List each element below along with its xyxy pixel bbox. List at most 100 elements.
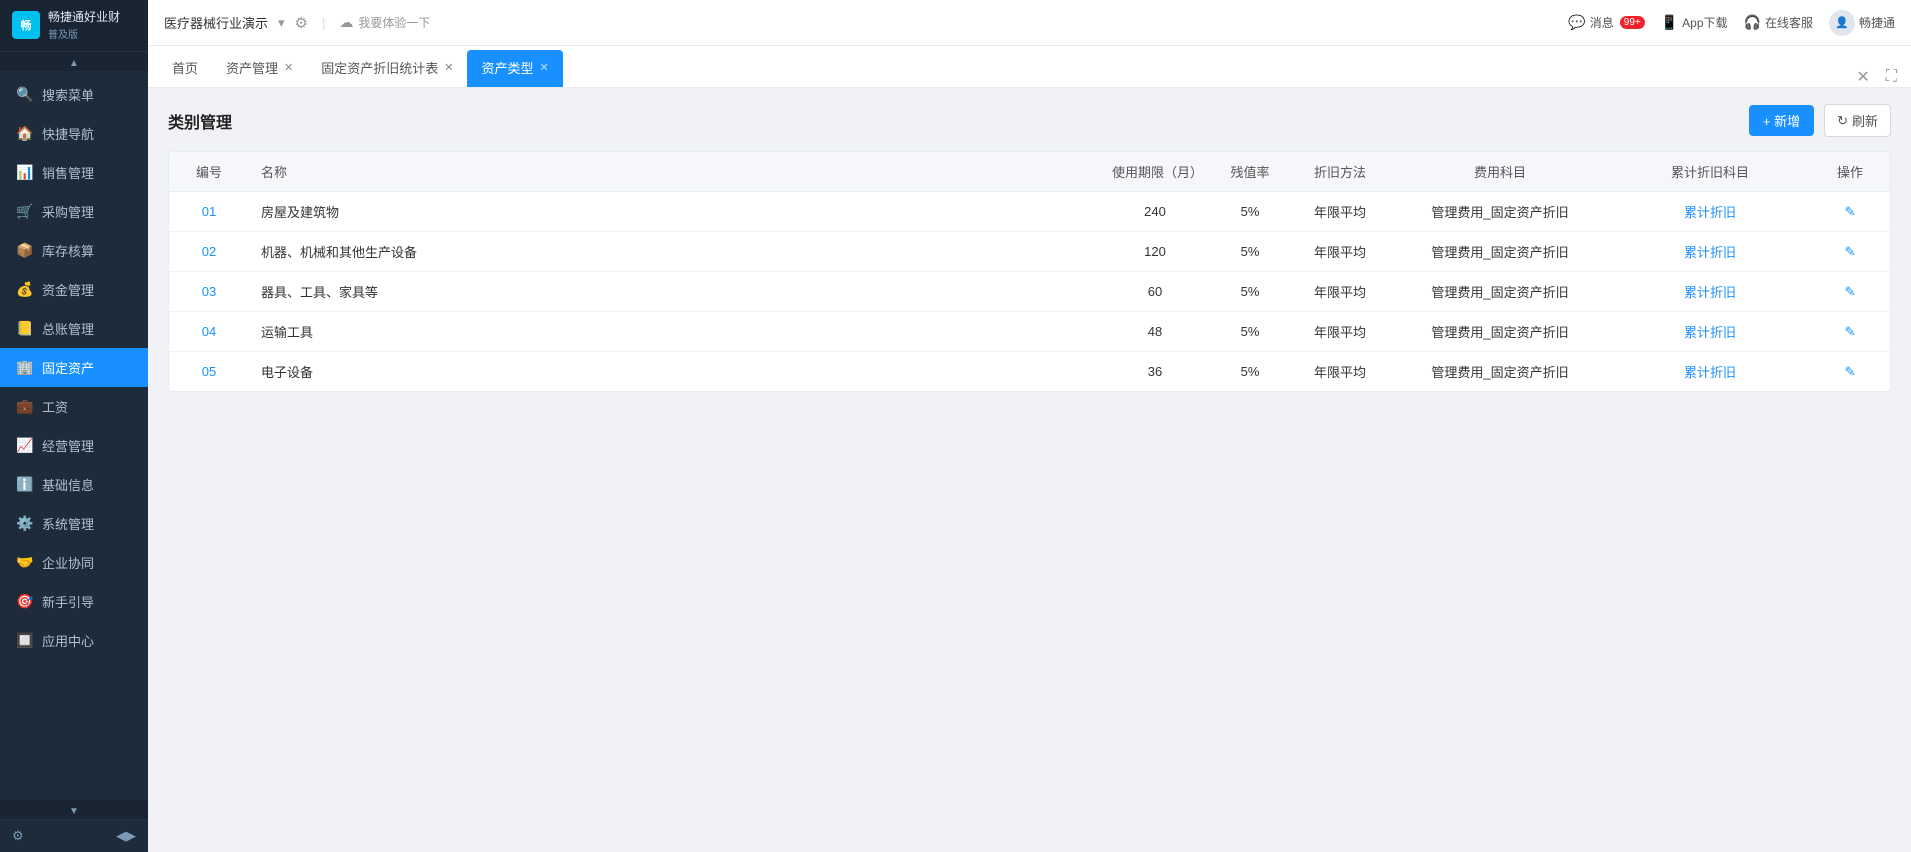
cell-ops-3: ✎ xyxy=(1810,312,1890,352)
main-content: 医疗器械行业演示 ▾ ⚙ | ☁ 我要体验一下 💬 消息 99+ 📱 App下载… xyxy=(148,0,1911,852)
cell-expense-4: 管理费用_固定资产折旧 xyxy=(1390,352,1610,392)
sidebar-label-salary: 工资 xyxy=(42,397,68,416)
cell-expense-1: 管理费用_固定资产折旧 xyxy=(1390,232,1610,272)
sidebar-item-corp-coop[interactable]: 🤝 企业协同 xyxy=(0,543,148,582)
tab-close-btn[interactable]: ✕ xyxy=(1852,67,1873,87)
sidebar-item-basic-info[interactable]: ℹ️ 基础信息 xyxy=(0,465,148,504)
settings-icon[interactable]: ⚙ xyxy=(295,14,308,32)
fixed-asset-icon: 🏢 xyxy=(16,358,34,376)
sidebar-nav: 🔍 搜索菜单 🏠 快捷导航 📊 销售管理 🛒 采购管理 📦 库存核算 💰 资金管… xyxy=(0,71,148,800)
cell-rate-2: 5% xyxy=(1210,272,1290,312)
sales-icon: 📊 xyxy=(16,163,34,181)
app-download-action[interactable]: 📱 App下载 xyxy=(1661,14,1728,31)
divider: | xyxy=(322,15,325,30)
user-action[interactable]: 👤 畅捷通 xyxy=(1829,10,1895,36)
tab-expand-btn[interactable]: ⛶ xyxy=(1882,68,1901,86)
cell-period-2: 60 xyxy=(1100,272,1210,312)
table-row: 04 运输工具 48 5% 年限平均 管理费用_固定资产折旧 累计折旧 ✎ xyxy=(169,312,1890,352)
sidebar-item-app-center[interactable]: 🔲 应用中心 xyxy=(0,621,148,660)
table-row: 03 器具、工具、家具等 60 5% 年限平均 管理费用_固定资产折旧 累计折旧… xyxy=(169,272,1890,312)
sidebar-item-sys-mgmt[interactable]: ⚙️ 系统管理 xyxy=(0,504,148,543)
edit-button-2[interactable]: ✎ xyxy=(1845,284,1856,299)
sidebar-item-ops-mgmt[interactable]: 📈 经营管理 xyxy=(0,426,148,465)
table-row: 01 房屋及建筑物 240 5% 年限平均 管理费用_固定资产折旧 累计折旧 ✎ xyxy=(169,192,1890,232)
industry-dropdown-icon[interactable]: ▾ xyxy=(278,15,285,31)
sidebar-label-app-center: 应用中心 xyxy=(42,631,94,650)
cell-code-4: 05 xyxy=(169,352,249,392)
col-header-rate: 残值率 xyxy=(1210,152,1290,192)
sidebar-item-inventory[interactable]: 📦 库存核算 xyxy=(0,231,148,270)
table-row: 02 机器、机械和其他生产设备 120 5% 年限平均 管理费用_固定资产折旧 … xyxy=(169,232,1890,272)
cell-method-4: 年限平均 xyxy=(1290,352,1390,392)
tab-close-asset-mgmt[interactable]: ✕ xyxy=(284,61,293,74)
cell-method-0: 年限平均 xyxy=(1290,192,1390,232)
experience-button[interactable]: ☁ 我要体验一下 xyxy=(339,14,430,31)
cell-name-2: 器具、工具、家具等 xyxy=(249,272,1100,312)
col-header-accum: 累计折旧科目 xyxy=(1610,152,1810,192)
message-icon: 💬 xyxy=(1568,14,1585,31)
settings-button[interactable]: ⚙ xyxy=(12,828,24,844)
industry-title: 医疗器械行业演示 xyxy=(164,13,268,32)
new-button[interactable]: + 新增 xyxy=(1749,105,1814,136)
sidebar-item-search[interactable]: 🔍 搜索菜单 xyxy=(0,75,148,114)
sidebar-item-guide[interactable]: 🎯 新手引导 xyxy=(0,582,148,621)
basic-info-icon: ℹ️ xyxy=(16,475,34,493)
sidebar-item-purchase[interactable]: 🛒 采购管理 xyxy=(0,192,148,231)
sidebar-item-fixed-asset[interactable]: 🏢 固定资产 xyxy=(0,348,148,387)
tab-depreciation[interactable]: 固定资产折旧统计表 ✕ xyxy=(307,50,467,87)
app-name: 畅捷通好业财 xyxy=(48,10,120,26)
cell-rate-0: 5% xyxy=(1210,192,1290,232)
guide-icon: 🎯 xyxy=(16,592,34,610)
scroll-up-arrow[interactable]: ▲ xyxy=(67,56,81,71)
cell-accum-1: 累计折旧 xyxy=(1610,232,1810,272)
avatar: 👤 xyxy=(1829,10,1855,36)
cell-method-3: 年限平均 xyxy=(1290,312,1390,352)
app-edition: 普及版 xyxy=(48,26,120,41)
capital-icon: 💰 xyxy=(16,280,34,298)
cell-code-2: 03 xyxy=(169,272,249,312)
cell-accum-4: 累计折旧 xyxy=(1610,352,1810,392)
edit-button-1[interactable]: ✎ xyxy=(1845,244,1856,259)
tab-home[interactable]: 首页 xyxy=(158,50,212,87)
scroll-down-arrow[interactable]: ▼ xyxy=(67,804,81,819)
sidebar-item-quick-nav[interactable]: 🏠 快捷导航 xyxy=(0,114,148,153)
cell-code-3: 04 xyxy=(169,312,249,352)
cell-rate-3: 5% xyxy=(1210,312,1290,352)
table-header-row: 编号 名称 使用期限（月） 残值率 折旧方法 费用科目 累计折旧科目 操作 xyxy=(169,152,1890,192)
sidebar-header: 畅 畅捷通好业财 普及版 xyxy=(0,0,148,52)
cell-period-1: 120 xyxy=(1100,232,1210,272)
edit-button-4[interactable]: ✎ xyxy=(1845,364,1856,379)
corp-coop-icon: 🤝 xyxy=(16,553,34,571)
edit-button-3[interactable]: ✎ xyxy=(1845,324,1856,339)
col-header-ops: 操作 xyxy=(1810,152,1890,192)
edit-button-0[interactable]: ✎ xyxy=(1845,204,1856,219)
col-header-name: 名称 xyxy=(249,152,1100,192)
tab-close-depreciation[interactable]: ✕ xyxy=(444,61,453,74)
sidebar-label-basic-info: 基础信息 xyxy=(42,475,94,494)
collapse-button[interactable]: ◀▶ xyxy=(116,828,136,844)
cell-period-0: 240 xyxy=(1100,192,1210,232)
tab-asset-type[interactable]: 资产类型 ✕ xyxy=(467,50,562,87)
sidebar-item-sales[interactable]: 📊 销售管理 xyxy=(0,153,148,192)
sys-mgmt-icon: ⚙️ xyxy=(16,514,34,532)
sidebar-item-salary[interactable]: 💼 工资 xyxy=(0,387,148,426)
cell-period-4: 36 xyxy=(1100,352,1210,392)
cell-code-0: 01 xyxy=(169,192,249,232)
tab-asset-mgmt[interactable]: 资产管理 ✕ xyxy=(212,50,307,87)
cell-expense-3: 管理费用_固定资产折旧 xyxy=(1390,312,1610,352)
app-center-icon: 🔲 xyxy=(16,631,34,649)
col-header-expense: 费用科目 xyxy=(1390,152,1610,192)
col-header-period: 使用期限（月） xyxy=(1100,152,1210,192)
sidebar-item-capital[interactable]: 💰 资金管理 xyxy=(0,270,148,309)
ops-mgmt-icon: 📈 xyxy=(16,436,34,454)
mobile-icon: 📱 xyxy=(1661,14,1678,31)
refresh-button[interactable]: ↻ 刷新 xyxy=(1824,104,1891,137)
home-icon: 🏠 xyxy=(16,124,34,142)
header-actions: + 新增 ↻ 刷新 xyxy=(1749,104,1891,137)
cell-name-1: 机器、机械和其他生产设备 xyxy=(249,232,1100,272)
data-table-wrap: 编号 名称 使用期限（月） 残值率 折旧方法 费用科目 累计折旧科目 操作 01… xyxy=(168,151,1891,392)
tab-close-asset-type[interactable]: ✕ xyxy=(540,61,549,74)
message-action[interactable]: 💬 消息 99+ xyxy=(1568,14,1644,31)
sidebar-item-ledger[interactable]: 📒 总账管理 xyxy=(0,309,148,348)
online-service-action[interactable]: 🎧 在线客服 xyxy=(1744,14,1813,31)
